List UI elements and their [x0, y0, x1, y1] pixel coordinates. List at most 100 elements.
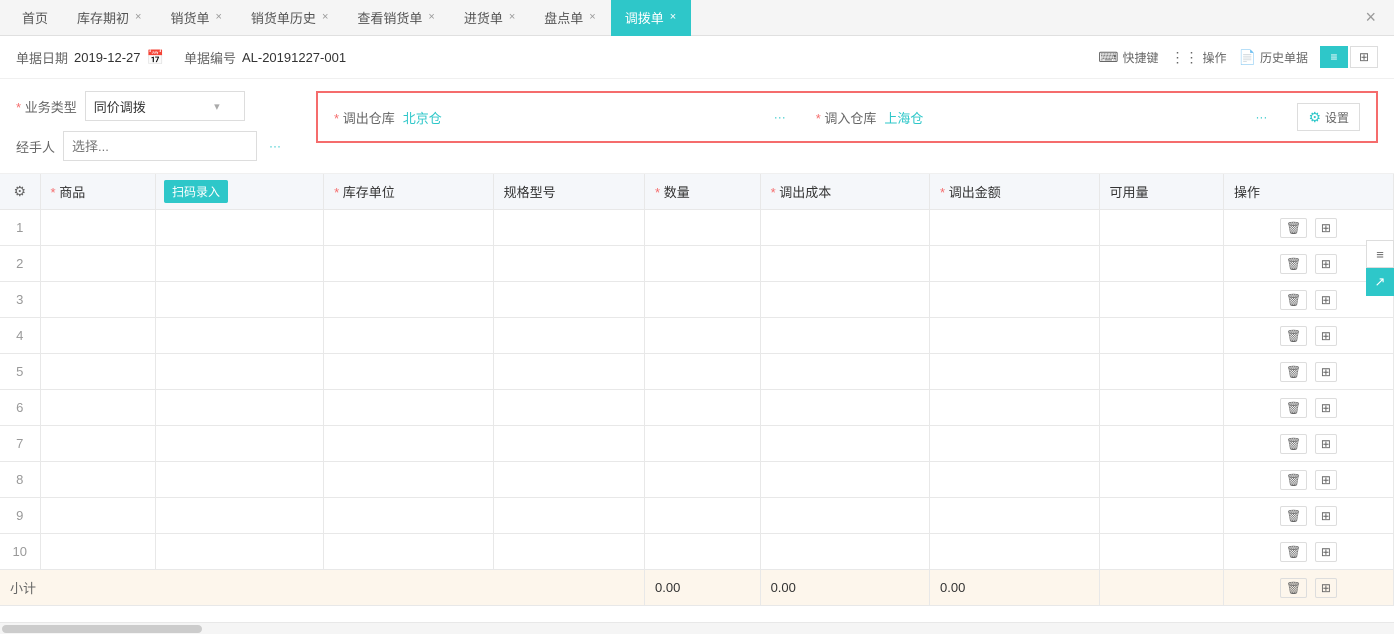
row-goods-2[interactable] [40, 246, 156, 282]
content-wrap: 单据日期 2019-12-27 📅 单据编号 AL-20191227-001 ⌨… [0, 36, 1394, 634]
row-qty-10[interactable] [645, 534, 761, 570]
row-delete-btn-4[interactable]: 🗑 [1280, 326, 1307, 346]
table-row: 9 🗑 ⊞ [0, 498, 1394, 534]
doc-num-label: 单据编号 [184, 48, 236, 67]
business-type-select[interactable]: 同价调拨 ▾ [85, 91, 245, 121]
calendar-icon[interactable]: 📅 [147, 49, 164, 66]
history-btn[interactable]: 📄 历史单据 [1239, 49, 1308, 66]
side-export-btn[interactable]: ↗ [1366, 268, 1394, 296]
row-op-9: 🗑 ⊞ [1223, 498, 1393, 534]
tab-transfer[interactable]: 调拨单 × [611, 0, 691, 36]
row-copy-btn-3[interactable]: ⊞ [1315, 290, 1337, 310]
row-delete-btn-1[interactable]: 🗑 [1280, 218, 1307, 238]
row-delete-btn-2[interactable]: 🗑 [1280, 254, 1307, 274]
settings-btn[interactable]: ⚙ 设置 [1297, 103, 1360, 131]
row-available-5 [1099, 354, 1223, 390]
row-delete-btn-7[interactable]: 🗑 [1280, 434, 1307, 454]
tab-close-stocktake[interactable]: × [589, 12, 595, 23]
person-field: 经手人 ··· [16, 131, 296, 161]
row-available-6 [1099, 390, 1223, 426]
row-goods-9[interactable] [40, 498, 156, 534]
out-warehouse-more-btn[interactable]: ··· [774, 110, 786, 124]
row-copy-btn-8[interactable]: ⊞ [1315, 470, 1337, 490]
subtotal-delete-btn[interactable]: 🗑 [1280, 578, 1307, 598]
row-qty-9[interactable] [645, 498, 761, 534]
row-delete-btn-6[interactable]: 🗑 [1280, 398, 1307, 418]
row-copy-btn-6[interactable]: ⊞ [1315, 398, 1337, 418]
row-qty-7[interactable] [645, 426, 761, 462]
row-qty-2[interactable] [645, 246, 761, 282]
out-warehouse-value[interactable]: 北京仓 [403, 108, 442, 127]
row-qty-1[interactable] [645, 210, 761, 246]
row-delete-btn-3[interactable]: 🗑 [1280, 290, 1307, 310]
scan-button[interactable]: 扫码录入 [164, 180, 228, 203]
row-goods-8[interactable] [40, 462, 156, 498]
row-qty-4[interactable] [645, 318, 761, 354]
row-copy-btn-9[interactable]: ⊞ [1315, 506, 1337, 526]
tab-close-view-sales[interactable]: × [428, 12, 434, 23]
tab-close-purchase[interactable]: × [509, 12, 515, 23]
subtotal-copy-btn[interactable]: ⊞ [1315, 578, 1337, 598]
row-qty-8[interactable] [645, 462, 761, 498]
tab-view-sales[interactable]: 查看销货单 × [343, 0, 449, 36]
tab-sales-history[interactable]: 销货单历史 × [237, 0, 343, 36]
tab-home[interactable]: 首页 [8, 0, 63, 36]
tab-close-inventory-init[interactable]: × [135, 12, 141, 23]
row-scan-6 [156, 390, 324, 426]
row-qty-3[interactable] [645, 282, 761, 318]
tab-close-sales-order[interactable]: × [215, 12, 221, 23]
row-goods-7[interactable] [40, 426, 156, 462]
row-amount-9 [930, 498, 1099, 534]
list-view-btn[interactable]: ≡ [1320, 46, 1348, 68]
row-copy-btn-7[interactable]: ⊞ [1315, 434, 1337, 454]
tab-close-transfer[interactable]: × [670, 12, 676, 23]
th-goods: * 商品 [40, 174, 156, 210]
side-list-btn[interactable]: ≡ [1366, 240, 1394, 268]
table-settings-icon[interactable]: ⚙ [13, 183, 26, 199]
row-delete-btn-8[interactable]: 🗑 [1280, 470, 1307, 490]
person-more-btn[interactable]: ··· [269, 139, 281, 153]
operations-btn[interactable]: ⋮⋮ 操作 [1171, 49, 1227, 66]
row-goods-3[interactable] [40, 282, 156, 318]
row-num-4: 4 [0, 318, 40, 354]
row-amount-6 [930, 390, 1099, 426]
row-goods-5[interactable] [40, 354, 156, 390]
tab-sales-order[interactable]: 销货单 × [156, 0, 236, 36]
in-warehouse-required: * [816, 111, 821, 126]
shortcuts-btn[interactable]: ⌨ 快捷键 [1098, 49, 1158, 66]
in-warehouse-more-btn[interactable]: ··· [1255, 110, 1267, 124]
row-goods-10[interactable] [40, 534, 156, 570]
row-copy-btn-10[interactable]: ⊞ [1315, 542, 1337, 562]
row-goods-6[interactable] [40, 390, 156, 426]
row-copy-btn-1[interactable]: ⊞ [1315, 218, 1337, 238]
row-qty-5[interactable] [645, 354, 761, 390]
row-cost-2 [760, 246, 929, 282]
row-delete-btn-10[interactable]: 🗑 [1280, 542, 1307, 562]
row-op-10: 🗑 ⊞ [1223, 534, 1393, 570]
row-copy-btn-5[interactable]: ⊞ [1315, 362, 1337, 382]
row-scan-1 [156, 210, 324, 246]
in-warehouse-value[interactable]: 上海仓 [884, 108, 923, 127]
row-delete-btn-9[interactable]: 🗑 [1280, 506, 1307, 526]
row-goods-1[interactable] [40, 210, 156, 246]
header-actions: ⌨ 快捷键 ⋮⋮ 操作 📄 历史单据 ≡ ⊞ [1098, 46, 1378, 68]
date-field: 单据日期 2019-12-27 📅 [16, 48, 164, 67]
tab-stocktake[interactable]: 盘点单 × [530, 0, 610, 36]
table-row: 4 🗑 ⊞ [0, 318, 1394, 354]
row-delete-btn-5[interactable]: 🗑 [1280, 362, 1307, 382]
scroll-thumb[interactable] [2, 625, 202, 633]
row-goods-4[interactable] [40, 318, 156, 354]
row-copy-btn-2[interactable]: ⊞ [1315, 254, 1337, 274]
row-spec-1 [493, 210, 644, 246]
row-qty-6[interactable] [645, 390, 761, 426]
tab-close-sales-history[interactable]: × [322, 12, 328, 23]
tab-inventory-init[interactable]: 库存期初 × [63, 0, 156, 36]
operations-icon: ⋮⋮ [1171, 49, 1199, 66]
row-copy-btn-4[interactable]: ⊞ [1315, 326, 1337, 346]
person-input[interactable] [63, 131, 257, 161]
row-amount-5 [930, 354, 1099, 390]
row-cost-3 [760, 282, 929, 318]
grid-view-btn[interactable]: ⊞ [1350, 46, 1378, 68]
tab-bar-close-btn[interactable]: × [1355, 3, 1386, 32]
tab-purchase[interactable]: 进货单 × [450, 0, 530, 36]
